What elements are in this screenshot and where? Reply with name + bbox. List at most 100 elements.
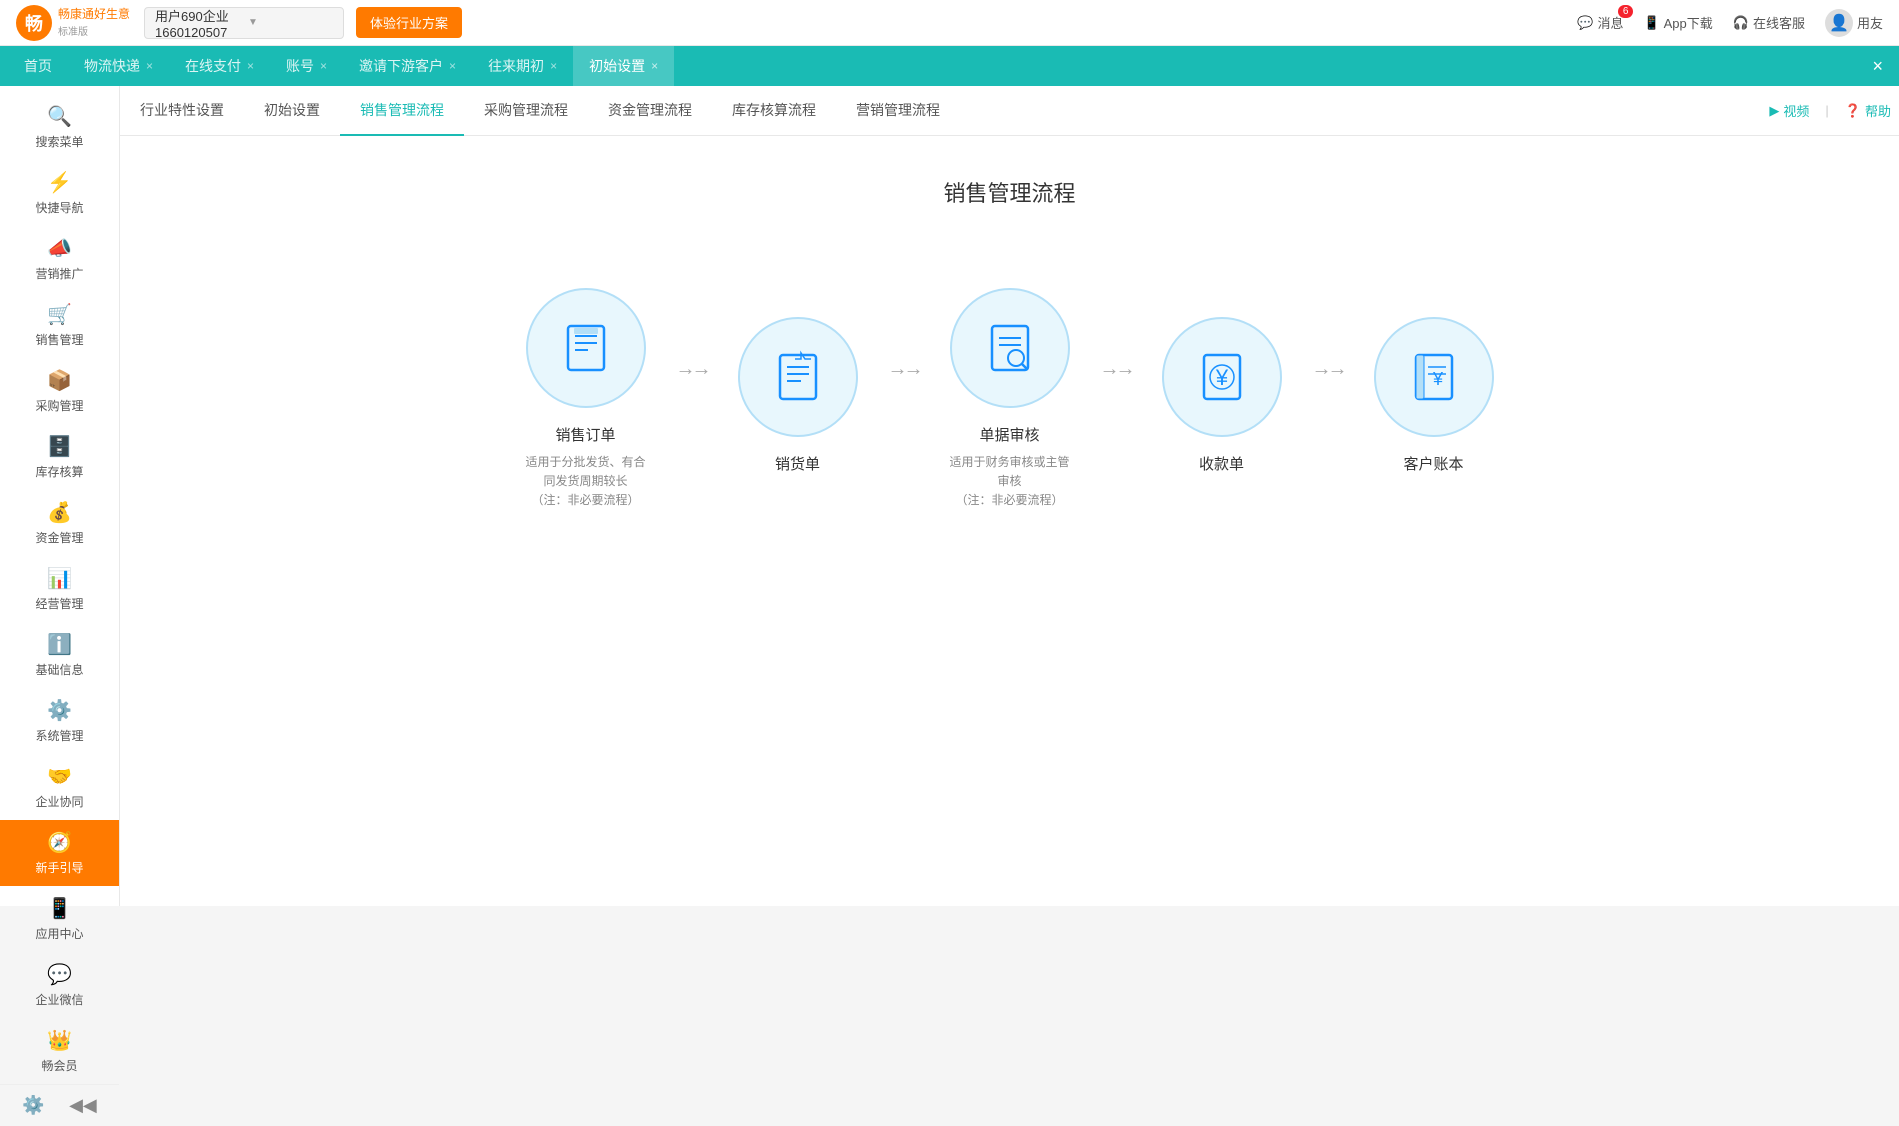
page-title: 销售管理流程	[144, 176, 1875, 208]
flow-label-review: 单据审核	[979, 424, 1039, 445]
help-icon: ❓	[1845, 103, 1861, 119]
play-icon: ▶	[1769, 103, 1779, 119]
flow-circle-account-book[interactable]: ¥	[1374, 317, 1494, 437]
sub-tab-industry[interactable]: 行业特性设置	[120, 86, 244, 136]
flow-label-receipt: 收款单	[1199, 453, 1244, 474]
user-name: 用友	[1857, 13, 1883, 32]
sidebar-bottom: ⚙️ ◀◀	[0, 1084, 119, 1126]
sidebar-item-basic[interactable]: ℹ️ 基础信息	[0, 622, 119, 688]
flow-circle-sales-invoice[interactable]	[738, 317, 858, 437]
user-selector[interactable]: 用户690企业1660120507 ▼	[144, 7, 344, 39]
system-icon: ⚙️	[47, 698, 72, 723]
flow-diagram: 销售订单 适用于分批发货、有合同发货周期较长（注：非必要流程） →→	[144, 268, 1875, 531]
sidebar-item-sales[interactable]: 🛒 销售管理	[0, 292, 119, 358]
user-avatar-button[interactable]: 👤 用友	[1825, 9, 1883, 37]
close-icon[interactable]: ×	[247, 59, 254, 73]
flow-desc-sales-order: 适用于分批发货、有合同发货周期较长（注：非必要流程）	[521, 453, 651, 511]
nav-tab-payment[interactable]: 在线支付 ×	[169, 46, 270, 86]
top-right-actions: 💬 消息 6 📱 App下载 🎧 在线客服 👤 用友	[1577, 9, 1883, 37]
help-label: 帮助	[1865, 101, 1891, 120]
member-icon: 👑	[47, 1028, 72, 1053]
close-icon[interactable]: ×	[449, 59, 456, 73]
collapse-icon[interactable]: ◀◀	[69, 1095, 97, 1116]
logo-version: 标准版	[58, 23, 130, 38]
trial-button[interactable]: 体验行业方案	[356, 7, 462, 38]
app-icon: 📱	[1643, 15, 1659, 31]
close-all-tabs-button[interactable]: ×	[1864, 56, 1891, 77]
sidebar-item-search[interactable]: 🔍 搜索菜单	[0, 94, 119, 160]
app-download-button[interactable]: 📱 App下载	[1643, 13, 1712, 32]
review-icon	[982, 320, 1038, 376]
quicknav-icon: ⚡	[47, 170, 72, 195]
settings-bottom-icon[interactable]: ⚙️	[22, 1095, 44, 1116]
close-icon[interactable]: ×	[651, 59, 658, 73]
sidebar-item-wechat[interactable]: 💬 企业微信	[0, 952, 119, 1018]
logo-app-name: 畅康通好生意	[58, 7, 130, 23]
sidebar-item-inventory[interactable]: 🗄️ 库存核算	[0, 424, 119, 490]
sidebar-item-marketing[interactable]: 📣 营销推广	[0, 226, 119, 292]
sales-icon: 🛒	[47, 302, 72, 327]
logo-text-block: 畅康通好生意 标准版	[58, 7, 130, 38]
user-selector-text: 用户690企业1660120507	[155, 6, 240, 40]
sidebar-item-guide[interactable]: 🧭 新手引导	[0, 820, 119, 886]
flow-label-account-book: 客户账本	[1403, 453, 1463, 474]
video-link[interactable]: ▶ 视频	[1769, 101, 1809, 120]
flow-circle-sales-order[interactable]	[526, 288, 646, 408]
basic-icon: ℹ️	[47, 632, 72, 657]
sub-tab-actions: ▶ 视频 | ❓ 帮助	[1769, 101, 1899, 120]
sub-tab-marketing-flow[interactable]: 营销管理流程	[836, 86, 960, 136]
sub-tab-init[interactable]: 初始设置	[244, 86, 340, 136]
flow-item-receipt: ¥ 收款单	[1142, 317, 1302, 482]
video-label: 视频	[1783, 101, 1809, 120]
sidebar-item-label: 系统管理	[35, 727, 83, 744]
headset-icon: 🎧	[1733, 15, 1749, 31]
close-icon[interactable]: ×	[550, 59, 557, 73]
flow-circle-review[interactable]	[950, 288, 1070, 408]
receipt-icon: ¥	[1194, 349, 1250, 405]
flow-circle-receipt[interactable]: ¥	[1162, 317, 1282, 437]
sidebar-item-label: 基础信息	[35, 661, 83, 678]
sidebar-item-label: 快捷导航	[35, 199, 83, 216]
message-button[interactable]: 💬 消息 6	[1577, 13, 1623, 32]
flow-arrow-1: →→	[676, 358, 708, 381]
sidebar-item-label: 应用中心	[35, 925, 83, 942]
sub-tab-inventory-flow[interactable]: 库存核算流程	[712, 86, 836, 136]
svg-text:¥: ¥	[1214, 365, 1228, 390]
wechat-icon: 💬	[47, 962, 72, 987]
sub-tab-sales-flow[interactable]: 销售管理流程	[340, 86, 464, 136]
flow-arrow-4: →→	[1312, 358, 1344, 381]
sales-invoice-icon	[770, 349, 826, 405]
sidebar-item-finance[interactable]: 💰 资金管理	[0, 490, 119, 556]
nav-tab-period[interactable]: 往来期初 ×	[472, 46, 573, 86]
sidebar-item-label: 库存核算	[35, 463, 83, 480]
sidebar-item-label: 销售管理	[35, 331, 83, 348]
sidebar-item-operations[interactable]: 📊 经营管理	[0, 556, 119, 622]
online-service-button[interactable]: 🎧 在线客服	[1733, 13, 1805, 32]
sidebar-item-collab[interactable]: 🤝 企业协同	[0, 754, 119, 820]
sidebar-item-system[interactable]: ⚙️ 系统管理	[0, 688, 119, 754]
nav-tab-logistics[interactable]: 物流快递 ×	[68, 46, 169, 86]
sub-tab-purchase-flow[interactable]: 采购管理流程	[464, 86, 588, 136]
sub-tab-finance-flow[interactable]: 资金管理流程	[588, 86, 712, 136]
sidebar-item-quicknav[interactable]: ⚡ 快捷导航	[0, 160, 119, 226]
avatar: 👤	[1825, 9, 1853, 37]
nav-tab-account[interactable]: 账号 ×	[270, 46, 343, 86]
inventory-icon: 🗄️	[47, 434, 72, 459]
sidebar-item-label: 采购管理	[35, 397, 83, 414]
nav-tab-home[interactable]: 首页	[8, 46, 68, 86]
sub-tabs: 行业特性设置 初始设置 销售管理流程 采购管理流程 资金管理流程 库存核算流程 …	[120, 86, 1899, 136]
close-icon[interactable]: ×	[320, 59, 327, 73]
nav-tab-init-settings[interactable]: 初始设置 ×	[573, 46, 674, 86]
sidebar-item-label: 新手引导	[35, 859, 83, 876]
sidebar-item-member[interactable]: 👑 畅会员	[0, 1018, 119, 1084]
close-icon[interactable]: ×	[146, 59, 153, 73]
sidebar-item-label: 营销推广	[35, 265, 83, 282]
content-inner: 销售管理流程 销售订单 适用于分批发货、有合同	[120, 176, 1899, 555]
sidebar-item-apps[interactable]: 📱 应用中心	[0, 886, 119, 952]
sidebar-item-purchase[interactable]: 📦 采购管理	[0, 358, 119, 424]
logo-area: 畅 畅康通好生意 标准版	[16, 5, 136, 41]
marketing-icon: 📣	[47, 236, 72, 261]
divider: |	[1825, 103, 1828, 118]
help-link[interactable]: ❓ 帮助	[1845, 101, 1891, 120]
nav-tab-invite[interactable]: 邀请下游客户 ×	[343, 46, 472, 86]
